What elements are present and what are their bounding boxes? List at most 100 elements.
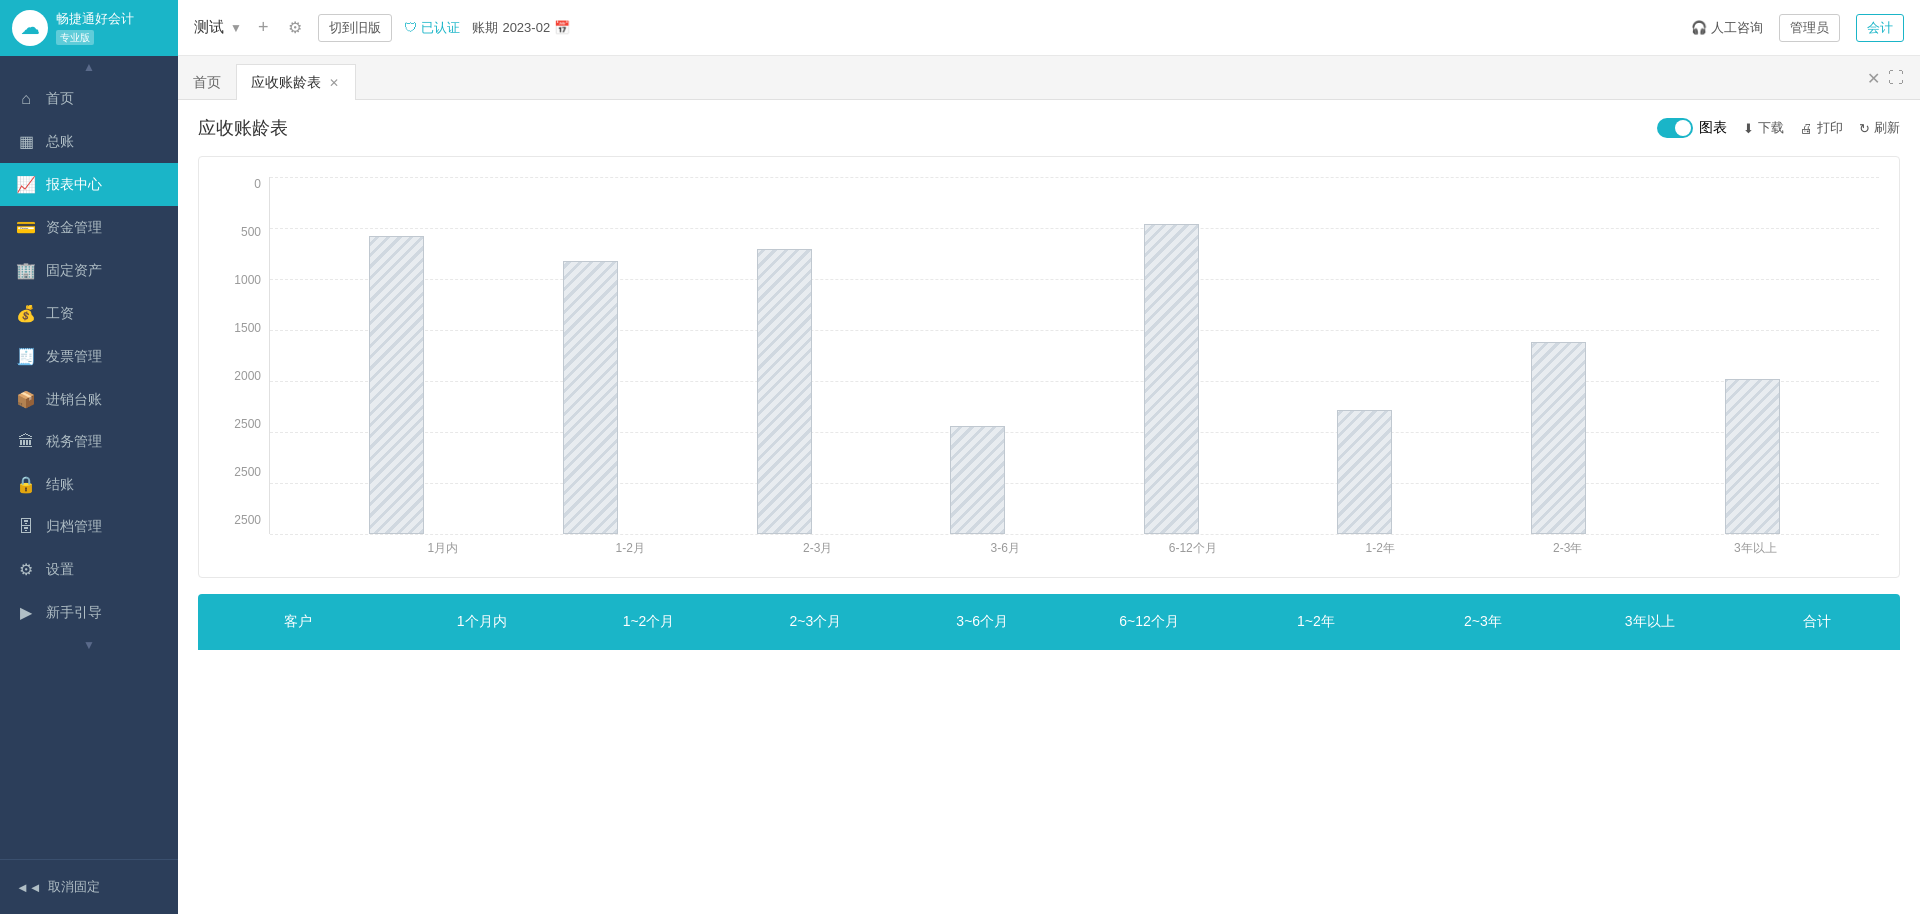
refresh-btn[interactable]: ↻ 刷新	[1859, 119, 1900, 137]
settings-icon: ⚙	[16, 560, 36, 579]
print-icon: 🖨	[1800, 121, 1813, 136]
page-title: 应收账龄表	[198, 116, 288, 140]
bar-group-3	[950, 426, 1005, 535]
pin-left-icon: ◄◄	[16, 880, 42, 895]
bar-0	[369, 236, 424, 534]
support-icon: 🎧	[1691, 20, 1707, 35]
bar-group-6	[1531, 342, 1586, 534]
chart-plot: 1月内 1-2月 2-3月 3-6月 6-12个月 1-2年 2-3年 3年以上	[269, 177, 1879, 557]
chart-container: 2500 2500 2500 2000 1500 1000 500 0	[198, 156, 1900, 578]
bar-6	[1531, 342, 1586, 534]
cancel-fixed-btn[interactable]: ◄◄ 取消固定	[0, 868, 178, 906]
page-header: 应收账龄表 图表 ⬇ 下载 🖨 打印 ↻	[198, 116, 1900, 140]
th-3plus-year: 3年以上	[1566, 613, 1733, 631]
th-6-12month: 6~12个月	[1066, 613, 1233, 631]
grid-line-bottom	[270, 534, 1879, 535]
accounting-btn[interactable]: 会计	[1856, 14, 1904, 42]
sidebar-item-invoice[interactable]: 🧾 发票管理	[0, 335, 178, 378]
period-info: 账期 2023-02 📅	[472, 19, 570, 37]
support-btn[interactable]: 🎧 人工咨询	[1691, 19, 1763, 37]
sidebar-item-reports[interactable]: 📈 报表中心	[0, 163, 178, 206]
sidebar-item-guide[interactable]: ▶ 新手引导	[0, 591, 178, 634]
bar-chart: 2500 2500 2500 2000 1500 1000 500 0	[219, 177, 1879, 557]
sidebar-item-close-accounts[interactable]: 🔒 结账	[0, 463, 178, 506]
inventory-icon: 📦	[16, 390, 36, 409]
expand-window-btn[interactable]: ⛶	[1888, 69, 1904, 87]
bar-3	[950, 426, 1005, 535]
header-right: 🎧 人工咨询 管理员 会计	[1691, 14, 1904, 42]
sidebar-item-capital[interactable]: 💳 资金管理	[0, 206, 178, 249]
invoice-icon: 🧾	[16, 347, 36, 366]
company-dropdown-icon: ▼	[230, 21, 242, 35]
admin-btn[interactable]: 管理员	[1779, 14, 1840, 42]
reports-icon: 📈	[16, 175, 36, 194]
tab-bar-actions: ✕ ⛶	[1867, 68, 1904, 87]
page-actions: 图表 ⬇ 下载 🖨 打印 ↻ 刷新	[1657, 118, 1900, 138]
x-axis: 1月内 1-2月 2-3月 3-6月 6-12个月 1-2年 2-3年 3年以上	[269, 534, 1879, 557]
sidebar-item-tax[interactable]: 🏛 税务管理	[0, 421, 178, 463]
sidebar-item-salary[interactable]: 💰 工资	[0, 292, 178, 335]
refresh-icon: ↻	[1859, 121, 1870, 136]
archive-icon: 🗄	[16, 518, 36, 536]
y-axis: 2500 2500 2500 2000 1500 1000 500 0	[219, 177, 269, 557]
header-settings-btn[interactable]: ⚙	[284, 14, 306, 41]
sidebar-item-settings[interactable]: ⚙ 设置	[0, 548, 178, 591]
chart-grid	[269, 177, 1879, 534]
bar-group-4	[1144, 224, 1199, 534]
sidebar-bottom: ◄◄ 取消固定	[0, 859, 178, 914]
bar-1	[563, 261, 618, 534]
sidebar-item-archive[interactable]: 🗄 归档管理	[0, 506, 178, 548]
page-inner: 应收账龄表 图表 ⬇ 下载 🖨 打印 ↻	[178, 100, 1920, 914]
th-1-2month: 1~2个月	[565, 613, 732, 631]
bar-group-5	[1337, 410, 1392, 534]
bars-area	[270, 177, 1879, 534]
add-company-btn[interactable]: +	[254, 13, 273, 42]
print-btn[interactable]: 🖨 打印	[1800, 119, 1843, 137]
bar-group-7	[1725, 379, 1780, 534]
th-1-2year: 1~2年	[1233, 613, 1400, 631]
sidebar-item-inventory[interactable]: 📦 进销台账	[0, 378, 178, 421]
bar-group-2	[757, 249, 812, 534]
page-content: 应收账龄表 图表 ⬇ 下载 🖨 打印 ↻	[178, 100, 1920, 914]
bar-5	[1337, 410, 1392, 534]
close-window-btn[interactable]: ✕	[1867, 68, 1880, 87]
logo-icon: ☁	[12, 10, 48, 46]
toggle-switch[interactable]	[1657, 118, 1693, 138]
switch-old-btn[interactable]: 切到旧版	[318, 14, 392, 42]
logo-text: 畅捷通好会计 专业版	[56, 11, 134, 46]
certified-icon: 🛡	[404, 20, 417, 35]
calendar-icon[interactable]: 📅	[554, 20, 570, 35]
sidebar-nav: ▲ ⌂ 首页 ▦ 总账 📈 报表中心 💳 资金管理 🏢 固定资产 💰 工资 🧾 …	[0, 56, 178, 859]
th-3-6month: 3~6个月	[899, 613, 1066, 631]
company-selector[interactable]: 测试 ▼	[194, 18, 242, 37]
logo-area: ☁ 畅捷通好会计 专业版	[0, 0, 178, 56]
bar-7	[1725, 379, 1780, 534]
sidebar-item-assets[interactable]: 🏢 固定资产	[0, 249, 178, 292]
tax-icon: 🏛	[16, 433, 36, 451]
capital-icon: 💳	[16, 218, 36, 237]
chart-toggle-label: 图表	[1699, 119, 1727, 137]
close-accounts-icon: 🔒	[16, 475, 36, 494]
bar-4	[1144, 224, 1199, 534]
sidebar-item-ledger[interactable]: ▦ 总账	[0, 120, 178, 163]
scroll-down-indicator[interactable]: ▼	[0, 634, 178, 656]
bar-group-1	[563, 261, 618, 534]
assets-icon: 🏢	[16, 261, 36, 280]
tab-home[interactable]: 首页	[178, 64, 236, 100]
tab-close-icon[interactable]: ✕	[327, 74, 341, 92]
bar-2	[757, 249, 812, 534]
download-btn[interactable]: ⬇ 下载	[1743, 119, 1784, 137]
home-icon: ⌂	[16, 90, 36, 108]
th-2-3year: 2~3年	[1399, 613, 1566, 631]
download-icon: ⬇	[1743, 121, 1754, 136]
tab-aging[interactable]: 应收账龄表 ✕	[236, 64, 356, 100]
sidebar-item-home[interactable]: ⌂ 首页	[0, 78, 178, 120]
th-total: 合计	[1733, 613, 1900, 631]
chart-toggle[interactable]: 图表	[1657, 118, 1727, 138]
main-content: 测试 ▼ + ⚙ 切到旧版 🛡 已认证 账期 2023-02 📅 🎧 人工咨询 …	[178, 0, 1920, 914]
top-header: 测试 ▼ + ⚙ 切到旧版 🛡 已认证 账期 2023-02 📅 🎧 人工咨询 …	[178, 0, 1920, 56]
table-header: 客户 1个月内 1~2个月 2~3个月 3~6个月 6~12个月 1~2年 2~…	[198, 594, 1900, 650]
ledger-icon: ▦	[16, 132, 36, 151]
salary-icon: 💰	[16, 304, 36, 323]
scroll-up-indicator[interactable]: ▲	[0, 56, 178, 78]
